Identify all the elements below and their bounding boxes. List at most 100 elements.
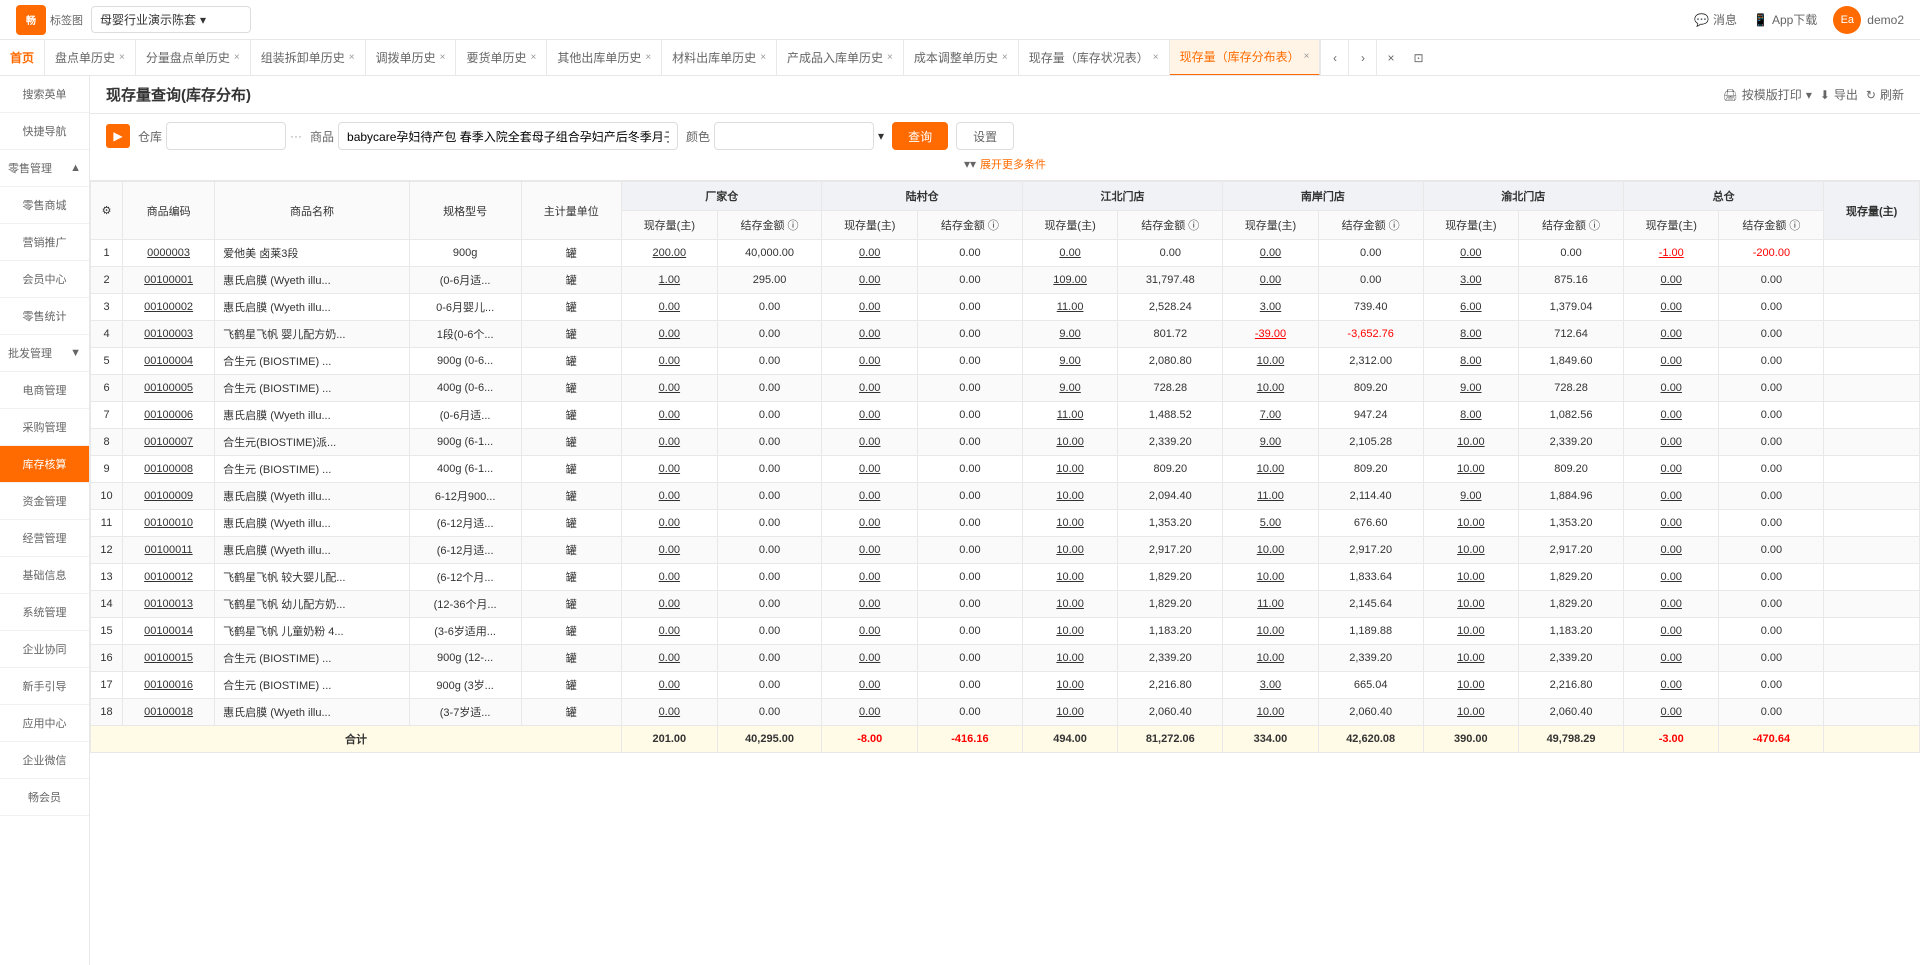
collapse-btn[interactable]: ▶ — [106, 124, 130, 148]
tab-stock-status[interactable]: 现存量（库存状况表） × — [1019, 40, 1170, 76]
cell-unit: 罐 — [521, 240, 622, 267]
tab-close-all-btn[interactable]: × — [1376, 40, 1404, 76]
cell-no: 17 — [91, 672, 123, 699]
color-input[interactable] — [714, 122, 874, 150]
tab-close-material-out[interactable]: × — [760, 52, 766, 63]
tab-close-stock-dist[interactable]: × — [1304, 51, 1310, 62]
tab-close-product-in[interactable]: × — [887, 52, 893, 63]
warehouse-input[interactable] — [166, 122, 286, 150]
cell-yubei-amt: 2,060.40 — [1519, 699, 1624, 726]
cell-jiangbei-amt: 2,528.24 — [1118, 294, 1223, 321]
sidebar: 搜索英单 快捷导航 零售管理 ▲ 零售商城 营销推广 会员中心 零售统计 批发管… — [0, 76, 90, 965]
cell-jiangbei-amt: 801.72 — [1118, 321, 1223, 348]
sidebar-item-member[interactable]: 会员中心 — [0, 261, 89, 298]
settings-gear-icon[interactable]: ⚙ — [102, 205, 112, 217]
cell-yubei-amt: 1,849.60 — [1519, 348, 1624, 375]
th-settings[interactable]: ⚙ — [91, 182, 123, 240]
cell-name: 惠氏启膜 (Wyeth illu... — [215, 537, 410, 564]
tab-other-out[interactable]: 其他出库单历史 × — [547, 40, 662, 76]
table-row: 7 00100006 惠氏启膜 (Wyeth illu... (0-6月适...… — [91, 402, 1920, 429]
sidebar-item-marketing[interactable]: 营销推广 — [0, 224, 89, 261]
tab-stocktake[interactable]: 盘点单历史 × — [45, 40, 136, 76]
cell-total-qty: -1.00 — [1623, 240, 1718, 267]
topbar-right: 💬 消息 📱 App下载 Ea demo2 — [1694, 6, 1904, 34]
tab-home[interactable]: 首页 — [0, 40, 45, 76]
tab-close-cost-adjust[interactable]: × — [1002, 52, 1008, 63]
sidebar-item-finance[interactable]: 资金管理 — [0, 483, 89, 520]
cell-yubei-qty: 8.00 — [1423, 402, 1518, 429]
expand-row[interactable]: ▾▾ 展开更多条件 — [106, 156, 1904, 172]
sidebar-item-system[interactable]: 系统管理 — [0, 594, 89, 631]
cell-stock — [1824, 591, 1920, 618]
user-info[interactable]: Ea demo2 — [1833, 6, 1904, 34]
tab-expand-btn[interactable]: ⊡ — [1404, 40, 1432, 76]
tab-split-stocktake[interactable]: 分量盘点单历史 × — [136, 40, 251, 76]
goods-input[interactable] — [338, 122, 678, 150]
cell-factory-amt: 0.00 — [717, 510, 822, 537]
cell-spec: 900g (0-6... — [409, 348, 521, 375]
sidebar-item-operations[interactable]: 经营管理 — [0, 520, 89, 557]
tab-material-out[interactable]: 材料出库单历史 × — [662, 40, 777, 76]
cell-factory-qty: 0.00 — [622, 456, 717, 483]
sidebar-item-newguide[interactable]: 新手引导 — [0, 668, 89, 705]
cell-total-qty: 0.00 — [1623, 510, 1718, 537]
print-btn[interactable]: 🖨 按模版打印 ▾ — [1723, 86, 1812, 103]
settings-button[interactable]: 设置 — [956, 122, 1014, 150]
cell-spec: (6-12月适... — [409, 510, 521, 537]
tab-cost-adjust[interactable]: 成本调整单历史 × — [904, 40, 1019, 76]
message-btn[interactable]: 💬 消息 — [1694, 11, 1737, 28]
sidebar-item-appcenter[interactable]: 应用中心 — [0, 705, 89, 742]
tab-close-stock-status[interactable]: × — [1153, 52, 1159, 63]
tab-purchase[interactable]: 要货单历史 × — [456, 40, 547, 76]
cell-lu-qty: 0.00 — [822, 618, 917, 645]
tab-close-stocktake[interactable]: × — [119, 52, 125, 63]
cell-factory-amt: 0.00 — [717, 456, 822, 483]
sidebar-item-wechat[interactable]: 企业微信 — [0, 742, 89, 779]
cell-yubei-amt: 2,917.20 — [1519, 537, 1624, 564]
tab-prev-btn[interactable]: ‹ — [1320, 40, 1348, 76]
cell-unit: 罐 — [521, 402, 622, 429]
refresh-btn[interactable]: ↻ 刷新 — [1866, 86, 1904, 103]
cell-factory-amt: 0.00 — [717, 348, 822, 375]
cell-nanan-amt: 1,833.64 — [1318, 564, 1423, 591]
cell-yubei-qty: 8.00 — [1423, 321, 1518, 348]
cell-total-amt: 0.00 — [1719, 537, 1824, 564]
cell-stock — [1824, 267, 1920, 294]
tab-close-other-out[interactable]: × — [645, 52, 651, 63]
sidebar-item-inventory[interactable]: 库存核算 — [0, 446, 89, 483]
tab-close-transfer[interactable]: × — [440, 52, 446, 63]
sidebar-item-member2[interactable]: 畅会员 — [0, 779, 89, 816]
org-selector[interactable]: 母婴行业演示陈套 ▾ — [91, 6, 251, 33]
tab-transfer[interactable]: 调拨单历史 × — [366, 40, 457, 76]
sidebar-item-retail-mgmt[interactable]: 零售管理 ▲ — [0, 150, 89, 187]
sidebar-item-ecommerce[interactable]: 电商管理 — [0, 372, 89, 409]
app-download-btn[interactable]: 📱 App下载 — [1753, 11, 1817, 28]
cell-nanan-amt: 739.40 — [1318, 294, 1423, 321]
cell-total-qty: 0.00 — [1623, 321, 1718, 348]
tab-next-btn[interactable]: › — [1348, 40, 1376, 76]
tab-close-purchase[interactable]: × — [530, 52, 536, 63]
tab-close-split[interactable]: × — [234, 52, 240, 63]
summary-total-qty: -3.00 — [1623, 726, 1718, 753]
cell-total-amt: 0.00 — [1719, 267, 1824, 294]
sidebar-item-quicknav[interactable]: 快捷导航 — [0, 113, 89, 150]
sidebar-item-retail-mall[interactable]: 零售商城 — [0, 187, 89, 224]
tab-stock-dist[interactable]: 现存量（库存分布表） × — [1170, 40, 1321, 76]
sidebar-item-collab[interactable]: 企业协同 — [0, 631, 89, 668]
tab-bundle[interactable]: 组装拆卸单历史 × — [251, 40, 366, 76]
cell-nanan-amt: 2,339.20 — [1318, 645, 1423, 672]
tab-close-bundle[interactable]: × — [349, 52, 355, 63]
sidebar-item-purchase[interactable]: 采购管理 — [0, 409, 89, 446]
cell-yubei-qty: 10.00 — [1423, 618, 1518, 645]
sidebar-item-search[interactable]: 搜索英单 — [0, 76, 89, 113]
sidebar-item-base-info[interactable]: 基础信息 — [0, 557, 89, 594]
tab-product-in[interactable]: 产成品入库单历史 × — [777, 40, 904, 76]
search-button[interactable]: 查询 — [892, 122, 948, 150]
cell-no: 4 — [91, 321, 123, 348]
cell-jiangbei-amt: 2,917.20 — [1118, 537, 1223, 564]
sidebar-item-wholesale[interactable]: 批发管理 ▼ — [0, 335, 89, 372]
export-btn[interactable]: ⬇ 导出 — [1820, 86, 1858, 103]
cell-lu-amt: 0.00 — [917, 240, 1022, 267]
main-layout: 搜索英单 快捷导航 零售管理 ▲ 零售商城 营销推广 会员中心 零售统计 批发管… — [0, 76, 1920, 965]
sidebar-item-retail-stats[interactable]: 零售统计 — [0, 298, 89, 335]
